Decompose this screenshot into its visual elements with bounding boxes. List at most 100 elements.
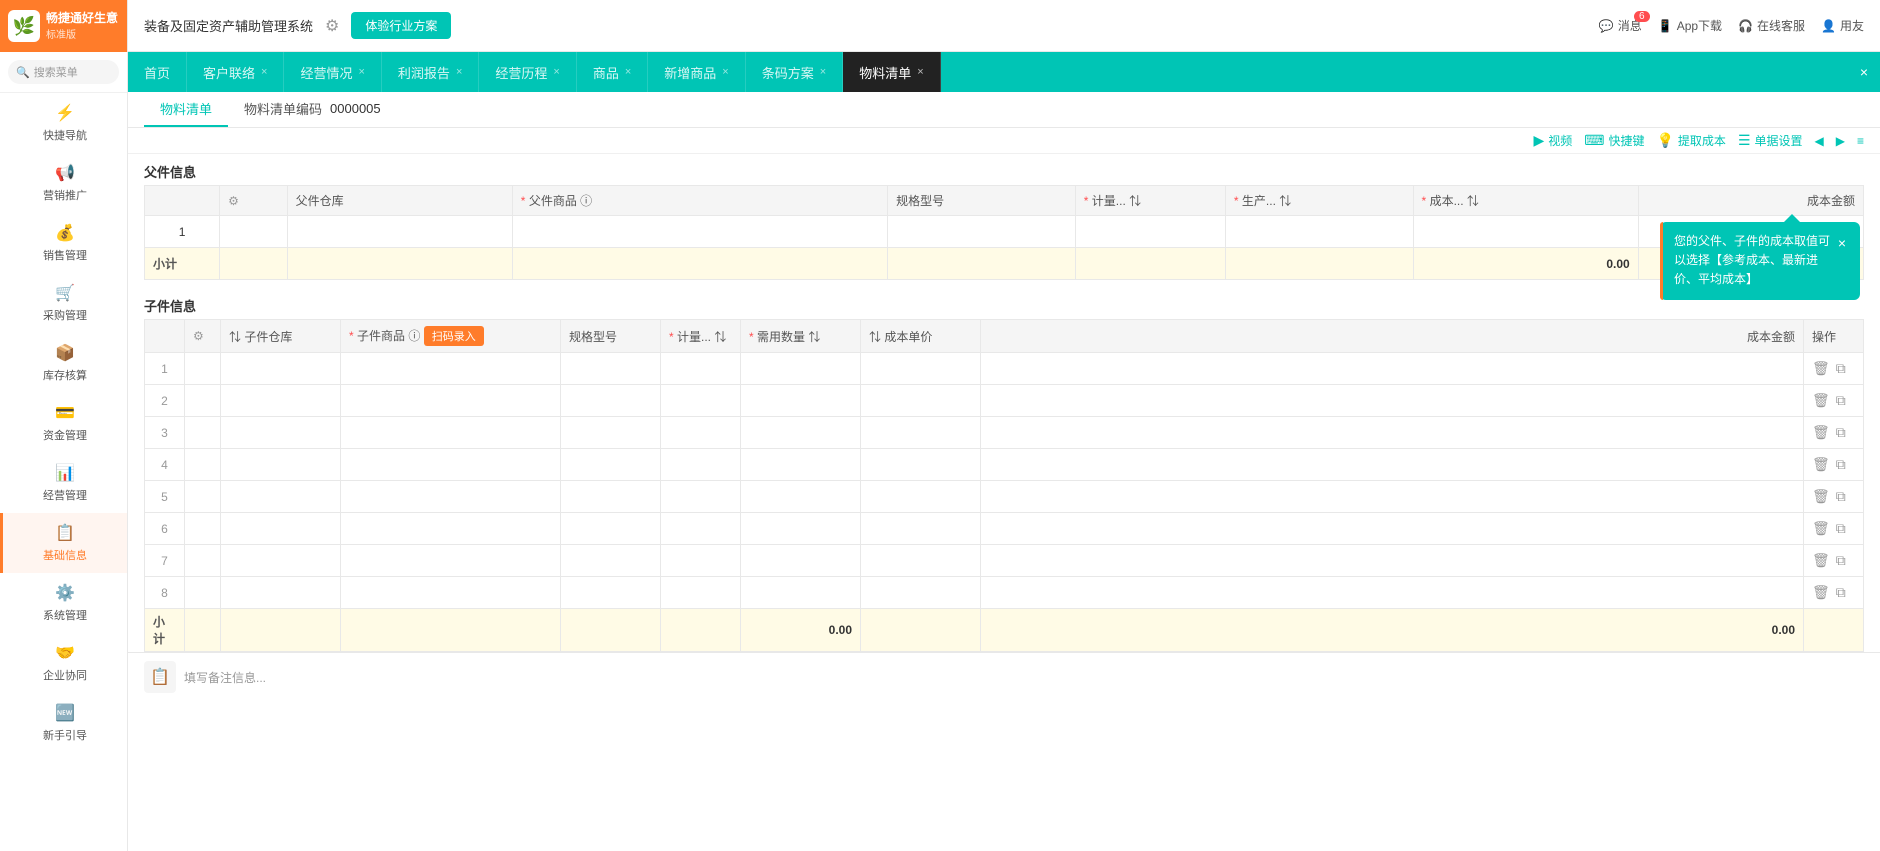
parent-row1-unit[interactable] [1075, 216, 1225, 248]
child-row-unit[interactable] [661, 385, 741, 417]
parent-row1-cost[interactable] [1413, 216, 1638, 248]
child-row-spec[interactable] [561, 513, 661, 545]
child-row-qty[interactable] [741, 481, 861, 513]
tab-customer-close[interactable]: × [261, 66, 267, 78]
delete-icon[interactable]: 🗑 [1812, 392, 1830, 409]
tab-history-close[interactable]: × [553, 66, 559, 78]
toolbar-list-view[interactable]: ≡ [1857, 134, 1864, 148]
copy-icon[interactable]: ⧉ [1836, 424, 1846, 441]
parent-settings-icon[interactable]: ⚙ [228, 194, 239, 208]
child-row-spec[interactable] [561, 417, 661, 449]
child-row-spec[interactable] [561, 545, 661, 577]
child-row-warehouse[interactable] [221, 577, 341, 609]
tab-barcode[interactable]: 条码方案 × [746, 52, 843, 92]
child-row-qty[interactable] [741, 385, 861, 417]
tab-new-goods[interactable]: 新增商品 × [648, 52, 745, 92]
copy-icon[interactable]: ⧉ [1836, 552, 1846, 569]
delete-icon[interactable]: 🗑 [1812, 520, 1830, 537]
child-row-unit[interactable] [661, 481, 741, 513]
settings-gear-icon[interactable]: ⚙ [325, 16, 339, 36]
parent-row1-prod[interactable] [1225, 216, 1413, 248]
child-row-unit-price[interactable] [861, 513, 981, 545]
sidebar-item-guide[interactable]: 🆕 新手引导 [0, 693, 127, 753]
child-row-product[interactable] [341, 449, 561, 481]
delete-icon[interactable]: 🗑 [1812, 552, 1830, 569]
sub-tab-bom-code[interactable]: 物料清单编码 0000005 [228, 92, 397, 127]
copy-icon[interactable]: ⧉ [1836, 584, 1846, 601]
sidebar-item-sales[interactable]: 💰 销售管理 [0, 213, 127, 273]
copy-icon[interactable]: ⧉ [1836, 520, 1846, 537]
delete-icon[interactable]: 🗑 [1812, 584, 1830, 601]
sidebar-item-marketing[interactable]: 📢 营销推广 [0, 153, 127, 213]
toolbar-extract-cost[interactable]: 💡 提取成本 [1656, 132, 1725, 149]
child-row-unit-price[interactable] [861, 353, 981, 385]
child-row-unit[interactable] [661, 353, 741, 385]
trial-button[interactable]: 体验行业方案 [351, 12, 451, 39]
search-input-area[interactable]: 🔍 搜索菜单 [8, 60, 119, 84]
sidebar-search[interactable]: 🔍 搜索菜单 [0, 52, 127, 93]
copy-icon[interactable]: ⧉ [1836, 360, 1846, 377]
child-row-unit-price[interactable] [861, 417, 981, 449]
toolbar-shortcut[interactable]: ⌨ 快捷键 [1584, 132, 1644, 149]
child-row-unit-price[interactable] [861, 577, 981, 609]
sidebar-item-finance[interactable]: 💳 资金管理 [0, 393, 127, 453]
sidebar-item-enterprise[interactable]: 🤝 企业协同 [0, 633, 127, 693]
child-row-qty[interactable] [741, 417, 861, 449]
child-row-spec[interactable] [561, 481, 661, 513]
tab-operation[interactable]: 经营情况 × [284, 52, 381, 92]
tab-bom-close[interactable]: × [917, 66, 923, 78]
child-row-warehouse[interactable] [221, 385, 341, 417]
child-row-qty[interactable] [741, 577, 861, 609]
tab-barcode-close[interactable]: × [820, 66, 826, 78]
delete-icon[interactable]: 🗑 [1812, 424, 1830, 441]
tab-bom[interactable]: 物料清单 × [843, 52, 940, 92]
child-row-unit[interactable] [661, 417, 741, 449]
child-row-product[interactable] [341, 481, 561, 513]
parent-row1-warehouse[interactable] [287, 216, 512, 248]
child-row-unit[interactable] [661, 513, 741, 545]
child-row-spec[interactable] [561, 353, 661, 385]
delete-icon[interactable]: 🗑 [1812, 488, 1830, 505]
child-row-qty[interactable] [741, 545, 861, 577]
scan-button[interactable]: 扫码录入 [424, 326, 484, 346]
sidebar-item-purchase[interactable]: 🛒 采购管理 [0, 273, 127, 333]
toolbar-video[interactable]: ▶ 视频 [1533, 132, 1572, 149]
close-all-tabs[interactable]: × [1848, 64, 1880, 80]
tab-profit-close[interactable]: × [456, 66, 462, 78]
toolbar-nav-left[interactable]: ◀ [1815, 134, 1824, 148]
child-row-product[interactable] [341, 513, 561, 545]
child-row-unit[interactable] [661, 449, 741, 481]
tab-home[interactable]: 首页 [128, 52, 187, 92]
copy-icon[interactable]: ⧉ [1836, 456, 1846, 473]
tooltip-close-button[interactable]: × [1838, 232, 1846, 254]
tab-goods[interactable]: 商品 × [577, 52, 648, 92]
child-row-spec[interactable] [561, 577, 661, 609]
child-row-qty[interactable] [741, 353, 861, 385]
delete-icon[interactable]: 🗑 [1812, 360, 1830, 377]
child-settings-icon[interactable]: ⚙ [193, 329, 204, 343]
tab-history[interactable]: 经营历程 × [479, 52, 576, 92]
child-row-unit-price[interactable] [861, 481, 981, 513]
child-row-warehouse[interactable] [221, 353, 341, 385]
child-row-warehouse[interactable] [221, 417, 341, 449]
child-row-qty[interactable] [741, 513, 861, 545]
parent-row1-product[interactable] [512, 216, 887, 248]
child-row-unit-price[interactable] [861, 449, 981, 481]
child-row-spec[interactable] [561, 449, 661, 481]
tab-goods-close[interactable]: × [625, 66, 631, 78]
sidebar-item-operations[interactable]: 📊 经营管理 [0, 453, 127, 513]
sidebar-item-system[interactable]: ⚙️ 系统管理 [0, 573, 127, 633]
user-item[interactable]: 👤 用友 [1821, 17, 1864, 34]
child-row-warehouse[interactable] [221, 513, 341, 545]
child-row-unit[interactable] [661, 545, 741, 577]
child-row-unit-price[interactable] [861, 385, 981, 417]
child-row-product[interactable] [341, 417, 561, 449]
sidebar-item-inventory[interactable]: 📦 库存核算 [0, 333, 127, 393]
child-row-product[interactable] [341, 353, 561, 385]
child-row-warehouse[interactable] [221, 449, 341, 481]
online-service-item[interactable]: 🎧 在线客服 [1738, 17, 1805, 34]
child-row-unit[interactable] [661, 577, 741, 609]
message-item[interactable]: 💬 消息 6 [1599, 17, 1642, 34]
copy-icon[interactable]: ⧉ [1836, 488, 1846, 505]
tab-new-goods-close[interactable]: × [722, 66, 728, 78]
